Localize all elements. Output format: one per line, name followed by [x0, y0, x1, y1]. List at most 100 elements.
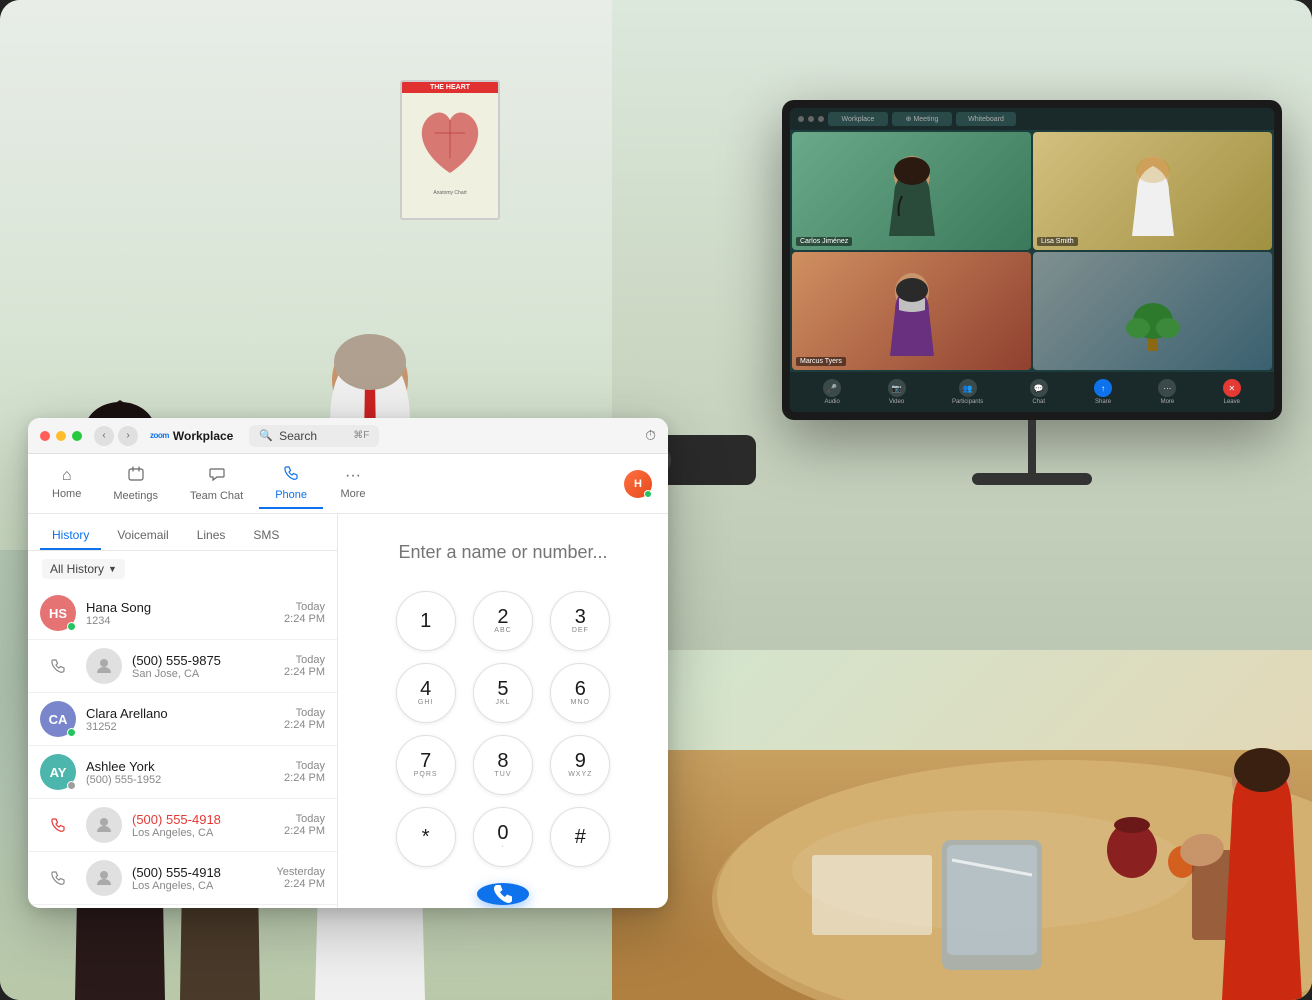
- titlebar-search-box[interactable]: 🔍 Search ⌘F: [249, 425, 379, 447]
- forward-button[interactable]: ›: [118, 426, 138, 446]
- call-date: Today: [284, 813, 325, 825]
- call-button[interactable]: [477, 883, 529, 905]
- online-status: [67, 622, 76, 631]
- maximize-dot[interactable]: [72, 431, 82, 441]
- key-main-star: *: [422, 827, 430, 847]
- search-icon: 🔍: [259, 429, 273, 442]
- tv-label-3: Marcus Tyers: [796, 357, 846, 366]
- video-icon: 📷: [888, 379, 906, 397]
- back-button[interactable]: ‹: [94, 426, 114, 446]
- user-avatar[interactable]: H: [624, 470, 652, 498]
- key-9[interactable]: 9 WXYZ: [550, 735, 610, 795]
- call-time-col: Today 2:24 PM: [284, 601, 325, 625]
- contact-avatar: CA: [40, 701, 76, 737]
- zoom-app-window: ‹ › zoom Workplace 🔍 Search ⌘F ⏱ ⌂ Home …: [28, 418, 668, 908]
- call-item[interactable]: (500) 555-3912 Oakland, CA Yesterday 2:2…: [28, 905, 337, 908]
- key-main-9: 9: [575, 751, 586, 771]
- key-main-hash: #: [575, 827, 586, 847]
- key-3[interactable]: 3 DEF: [550, 591, 610, 651]
- home-label: Home: [52, 488, 81, 500]
- nav-meetings[interactable]: Meetings: [97, 460, 174, 508]
- call-item[interactable]: (500) 555-9875 San Jose, CA Today 2:24 P…: [28, 640, 337, 693]
- more-ctrl-icon: ···: [1158, 379, 1176, 397]
- call-time: 2:24 PM: [284, 825, 325, 837]
- chat-icon: 💬: [1030, 379, 1048, 397]
- call-info: Clara Arellano 31252: [86, 706, 274, 733]
- call-item[interactable]: AY Ashlee York (500) 555-1952 Today 2:24…: [28, 746, 337, 799]
- key-hash[interactable]: #: [550, 807, 610, 867]
- tv-ctrl-leave: ✕ Leave: [1223, 379, 1241, 405]
- tv-ctrl-video: 📷 Video: [888, 379, 906, 405]
- key-4[interactable]: 4 GHI: [396, 663, 456, 723]
- nav-home[interactable]: ⌂ Home: [36, 461, 97, 506]
- tv-monitor: Workplace ⊕ Meeting Whiteboard Carlos Ji…: [782, 100, 1282, 420]
- call-time-col: Today 2:24 PM: [284, 813, 325, 837]
- caller-name: Hana Song: [86, 600, 274, 615]
- call-item[interactable]: CA Clara Arellano 31252 Today 2:24 PM: [28, 693, 337, 746]
- key-sub-8: TUV: [494, 771, 511, 779]
- close-dot[interactable]: [40, 431, 50, 441]
- unknown-avatar: [86, 807, 122, 843]
- tv-ctrl-more: ··· More: [1158, 379, 1176, 405]
- key-star[interactable]: *: [396, 807, 456, 867]
- caller-number: Los Angeles, CA: [132, 880, 266, 892]
- meetings-label: Meetings: [113, 490, 158, 502]
- call-info: (500) 555-9875 San Jose, CA: [132, 653, 274, 680]
- tv-tab-workplace: Workplace: [828, 112, 888, 126]
- key-2[interactable]: 2 ABC: [473, 591, 533, 651]
- tv-tab-whiteboard: Whiteboard: [956, 112, 1016, 126]
- more-icon: ···: [345, 467, 361, 485]
- all-history-filter[interactable]: All History ▼: [42, 559, 125, 579]
- call-date: Yesterday: [276, 866, 325, 878]
- call-date: Today: [284, 601, 325, 613]
- tv-participant-4: [1033, 252, 1272, 370]
- dialer-input[interactable]: [354, 534, 652, 571]
- tab-lines[interactable]: Lines: [185, 522, 238, 550]
- zoom-logo-area: zoom Workplace: [150, 429, 233, 443]
- call-item[interactable]: HS Hana Song 1234 Today 2:24 PM: [28, 587, 337, 640]
- call-time: 2:24 PM: [276, 878, 325, 890]
- tv-ctrl-share: ↑ Share: [1094, 379, 1112, 405]
- call-date: Today: [284, 654, 325, 666]
- filter-row: All History ▼: [28, 551, 337, 587]
- nav-team-chat[interactable]: Team Chat: [174, 460, 259, 508]
- navbar: ⌂ Home Meetings Team Chat Phone ··· More: [28, 454, 668, 514]
- filter-chevron-icon: ▼: [108, 564, 117, 574]
- key-8[interactable]: 8 TUV: [473, 735, 533, 795]
- tv-participant-2: Lisa Smith: [1033, 132, 1272, 250]
- call-item[interactable]: (500) 555-4918 Los Angeles, CA Yesterday…: [28, 852, 337, 905]
- key-6[interactable]: 6 MNO: [550, 663, 610, 723]
- dialer-panel: 1 2 ABC 3 DEF 4 GHI 5 JKL: [338, 514, 668, 908]
- person-at-table: [912, 500, 1312, 1000]
- key-sub-7: PQRS: [414, 771, 438, 779]
- tv-controls: 🎤 Audio 📷 Video 👥 Participants 💬 Chat ↑: [790, 372, 1274, 412]
- key-1[interactable]: 1: [396, 591, 456, 651]
- key-sub-3: DEF: [572, 627, 589, 635]
- phone-call-icon: [40, 648, 76, 684]
- tab-voicemail[interactable]: Voicemail: [105, 522, 180, 550]
- share-icon: ↑: [1094, 379, 1112, 397]
- participants-label: Participants: [952, 399, 983, 405]
- nav-more[interactable]: ··· More: [323, 461, 383, 506]
- key-5[interactable]: 5 JKL: [473, 663, 533, 723]
- key-7[interactable]: 7 PQRS: [396, 735, 456, 795]
- nav-phone[interactable]: Phone: [259, 459, 323, 509]
- caller-name: (500) 555-4918: [132, 812, 274, 827]
- tab-sms[interactable]: SMS: [241, 522, 291, 550]
- team-chat-label: Team Chat: [190, 490, 243, 502]
- audio-label: Audio: [825, 399, 840, 405]
- history-icon[interactable]: ⏱: [645, 427, 656, 444]
- call-info: Hana Song 1234: [86, 600, 274, 627]
- caller-number: San Jose, CA: [132, 668, 274, 680]
- more-label: More: [340, 488, 365, 500]
- contact-avatar: HS: [40, 595, 76, 631]
- offline-status: [67, 781, 76, 790]
- call-item[interactable]: (500) 555-4918 Los Angeles, CA Today 2:2…: [28, 799, 337, 852]
- chat-label: Chat: [1032, 399, 1045, 405]
- key-0[interactable]: 0 ·: [473, 807, 533, 867]
- minimize-dot[interactable]: [56, 431, 66, 441]
- caller-number: Los Angeles, CA: [132, 827, 274, 839]
- tab-history[interactable]: History: [40, 522, 101, 550]
- tv-dot-1: [798, 116, 804, 122]
- key-main-6: 6: [575, 679, 586, 699]
